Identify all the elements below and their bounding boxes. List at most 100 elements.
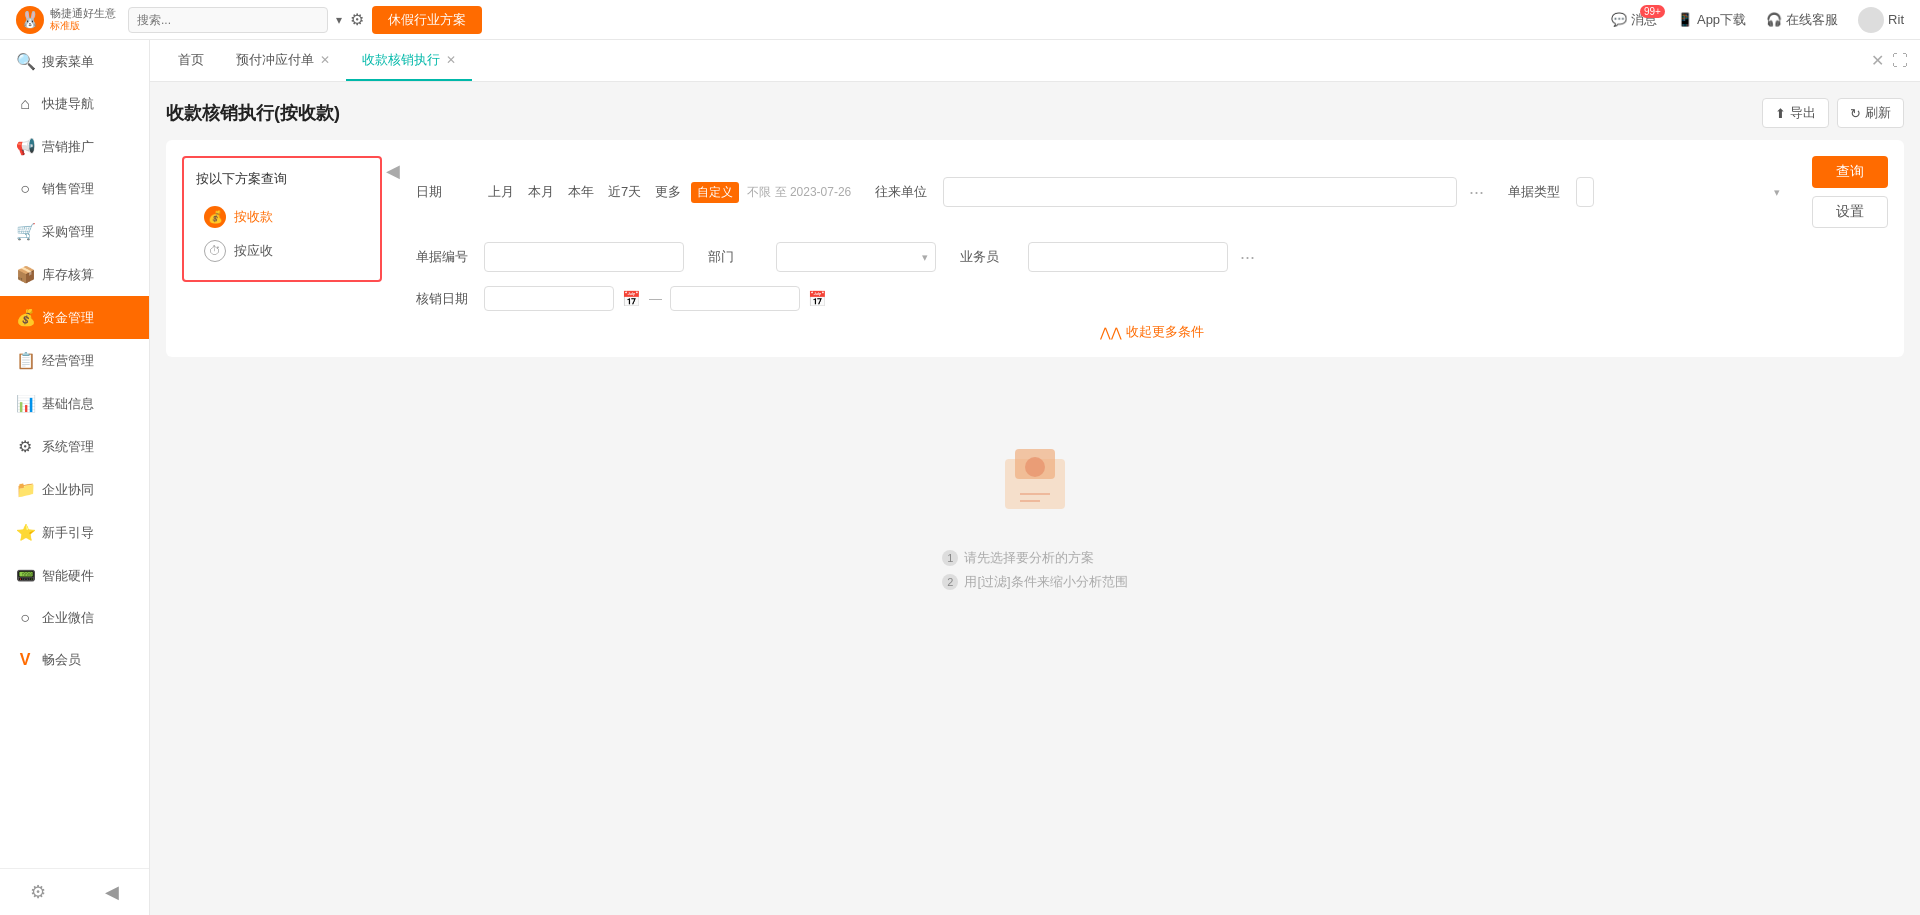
settings-button[interactable]: 设置: [1812, 196, 1888, 228]
bill-no-filter-group: 单据编号: [416, 242, 684, 272]
collapse-more-btn[interactable]: ⋀⋀ 收起更多条件: [416, 323, 1888, 341]
sidebar-settings-btn[interactable]: ⚙: [30, 881, 46, 903]
tab-receivable-label: 收款核销执行: [362, 51, 440, 69]
app-download-label: App下载: [1697, 11, 1746, 29]
filter-option-by-receivable[interactable]: ⏱ 按应收: [196, 234, 368, 268]
smart-hardware-icon: 📟: [16, 566, 34, 585]
sidebar-label-enterprise: 企业协同: [42, 481, 94, 499]
tab-receivable[interactable]: 收款核销执行 ✕: [346, 40, 472, 81]
by-receivable-icon: ⏱: [204, 240, 226, 262]
empty-tip-1-text: 请先选择要分析的方案: [964, 549, 1094, 567]
sidebar-bottom: ⚙ ◀: [0, 868, 149, 915]
date-last-7-days[interactable]: 近7天: [604, 181, 645, 203]
action-buttons: 查询 设置: [1812, 156, 1888, 228]
empty-tip-1: 1 请先选择要分析的方案: [942, 549, 1127, 567]
sidebar-item-enterprise[interactable]: 📁 企业协同: [0, 468, 149, 511]
topbar-right: 💬 消息 99+ 📱 App下载 🎧 在线客服 Rit: [1611, 7, 1904, 33]
enterprise-icon: 📁: [16, 480, 34, 499]
tab-prepay[interactable]: 预付冲应付单 ✕: [220, 40, 346, 81]
staff-input[interactable]: [1028, 242, 1228, 272]
staff-more-icon[interactable]: ···: [1240, 247, 1255, 268]
message-icon: 💬: [1611, 12, 1627, 27]
refresh-button[interactable]: ↻ 刷新: [1837, 98, 1904, 128]
query-button[interactable]: 查询: [1812, 156, 1888, 188]
sidebar-label-member: 畅会员: [42, 651, 81, 669]
page-content: 收款核销执行(按收款) ⬆ 导出 ↻ 刷新: [150, 82, 1920, 915]
verify-date-end-calendar-icon[interactable]: 📅: [808, 290, 827, 308]
department-select-wrapper: [776, 242, 936, 272]
date-more[interactable]: 更多: [651, 181, 685, 203]
logo: 🐰 畅捷通好生意 标准版: [16, 6, 116, 34]
sales-icon: ○: [16, 180, 34, 198]
sidebar-item-basic-info[interactable]: 📊 基础信息: [0, 382, 149, 425]
sidebar-label-smart-hardware: 智能硬件: [42, 567, 94, 585]
refresh-label: 刷新: [1865, 104, 1891, 122]
partner-input[interactable]: [943, 177, 1457, 207]
partner-more-icon[interactable]: ···: [1469, 182, 1484, 203]
dropdown-arrow[interactable]: ▾: [336, 13, 342, 27]
topbar-search-input[interactable]: [128, 7, 328, 33]
date-last-month[interactable]: 上月: [484, 181, 518, 203]
filter-row-1: 日期 上月 本月 本年 近7天 更多 自定义: [416, 156, 1888, 228]
verify-date-label: 核销日期: [416, 290, 476, 308]
sidebar-label-basic-info: 基础信息: [42, 395, 94, 413]
user-name: Rit: [1888, 12, 1904, 27]
filter-row-3: 核销日期 2023-03-01 📅 — 2023-07-21 📅: [416, 286, 1888, 311]
export-button[interactable]: ⬆ 导出: [1762, 98, 1829, 128]
tab-expand-icon[interactable]: ⛶: [1892, 52, 1908, 70]
sidebar-item-operations[interactable]: 📋 经营管理: [0, 339, 149, 382]
filter-option-by-receipt[interactable]: 💰 按收款: [196, 200, 368, 234]
partner-label: 往来单位: [875, 183, 935, 201]
panel-collapse-button[interactable]: ◀: [386, 160, 400, 182]
sidebar-item-sales[interactable]: ○ 销售管理: [0, 168, 149, 210]
solution-button[interactable]: 休假行业方案: [372, 6, 482, 34]
sidebar-item-inventory[interactable]: 📦 库存核算: [0, 253, 149, 296]
date-separator: —: [649, 291, 662, 306]
verify-date-start-input[interactable]: 2023-03-01: [484, 286, 614, 311]
refresh-icon: ↻: [1850, 106, 1861, 121]
sidebar-item-search-menu[interactable]: 🔍 搜索菜单: [0, 40, 149, 83]
sidebar-item-purchase[interactable]: 🛒 采购管理: [0, 210, 149, 253]
verify-date-start-calendar-icon[interactable]: 📅: [622, 290, 641, 308]
sidebar-collapse-btn[interactable]: ◀: [105, 881, 119, 903]
filter-card: 按以下方案查询 💰 按收款 ⏱ 按应收 ◀: [166, 140, 1904, 357]
sidebar-item-member[interactable]: V 畅会员: [0, 639, 149, 681]
verify-date-end-input[interactable]: 2023-07-21: [670, 286, 800, 311]
app-download-icon: 📱: [1677, 12, 1693, 27]
sidebar-item-system[interactable]: ⚙ 系统管理: [0, 425, 149, 468]
tip-num-2: 2: [942, 574, 958, 590]
bill-type-select[interactable]: [1576, 177, 1594, 207]
sidebar-label-sales: 销售管理: [42, 180, 94, 198]
tab-close-all-icon[interactable]: ✕: [1871, 51, 1884, 70]
sidebar-item-quick-nav[interactable]: ⌂ 快捷导航: [0, 83, 149, 125]
sidebar-item-guide[interactable]: ⭐ 新手引导: [0, 511, 149, 554]
sidebar-item-smart-hardware[interactable]: 📟 智能硬件: [0, 554, 149, 597]
sidebar-item-finance[interactable]: 💰 资金管理: [0, 296, 149, 339]
department-select[interactable]: [776, 242, 936, 272]
filter-side-panel: 按以下方案查询 💰 按收款 ⏱ 按应收: [182, 156, 382, 282]
guide-icon: ⭐: [16, 523, 34, 542]
app-download-item[interactable]: 📱 App下载: [1677, 11, 1746, 29]
tab-receivable-close[interactable]: ✕: [446, 53, 456, 67]
date-this-year[interactable]: 本年: [564, 181, 598, 203]
tab-home[interactable]: 首页: [162, 40, 220, 81]
settings-gear-icon[interactable]: ⚙: [350, 10, 364, 29]
filter-panel-title: 按以下方案查询: [196, 170, 368, 188]
wechat-icon: ○: [16, 609, 34, 627]
date-custom[interactable]: 自定义: [691, 182, 739, 203]
date-filter-group: 日期 上月 本月 本年 近7天 更多 自定义: [416, 181, 851, 203]
user-item[interactable]: Rit: [1858, 7, 1904, 33]
bill-no-input[interactable]: [484, 242, 684, 272]
empty-tip-2: 2 用[过滤]条件来缩小分析范围: [942, 573, 1127, 591]
sidebar-item-marketing[interactable]: 📢 营销推广: [0, 125, 149, 168]
logo-text: 畅捷通好生意 标准版: [50, 7, 116, 32]
collapse-up-icon: ⋀⋀: [1100, 325, 1122, 340]
sidebar-item-wechat[interactable]: ○ 企业微信: [0, 597, 149, 639]
messages-item[interactable]: 💬 消息 99+: [1611, 11, 1657, 29]
bill-type-filter-group: 单据类型: [1508, 177, 1788, 207]
online-service-item[interactable]: 🎧 在线客服: [1766, 11, 1838, 29]
online-service-label: 在线客服: [1786, 11, 1838, 29]
tab-prepay-close[interactable]: ✕: [320, 53, 330, 67]
user-avatar: [1858, 7, 1884, 33]
date-this-month[interactable]: 本月: [524, 181, 558, 203]
